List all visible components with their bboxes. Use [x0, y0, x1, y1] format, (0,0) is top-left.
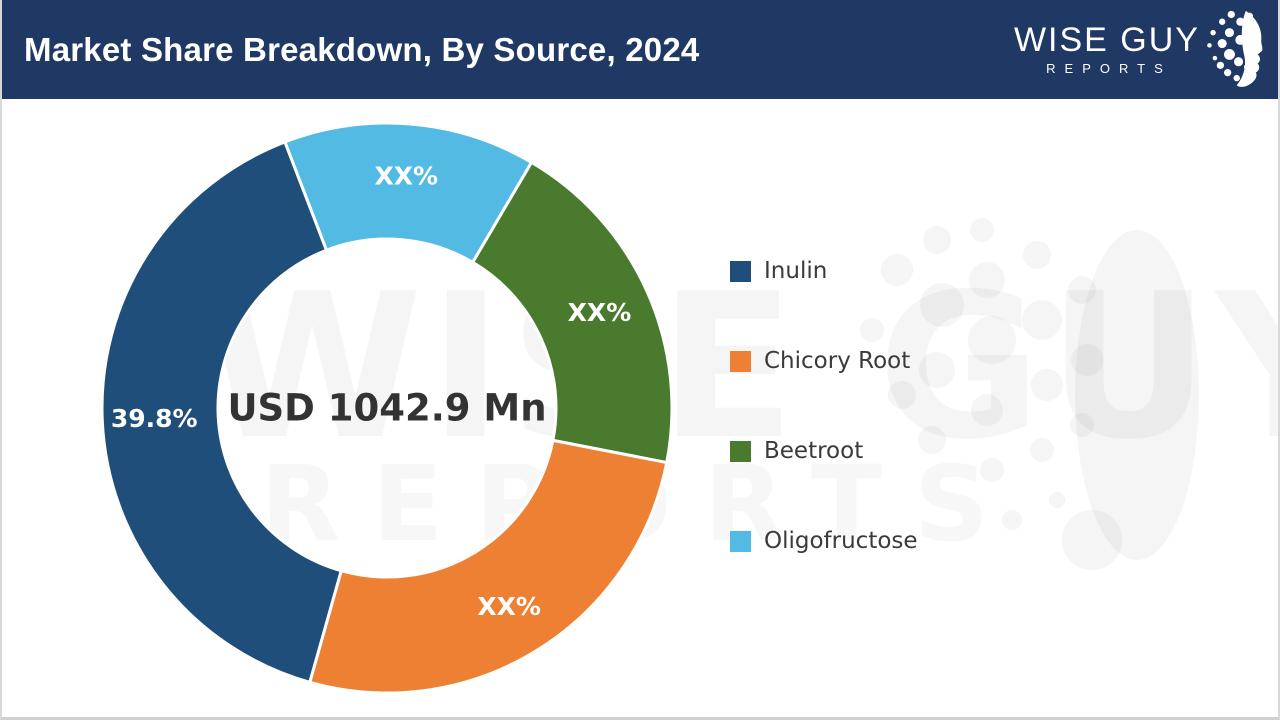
legend-item-inulin: Inulin	[730, 258, 918, 284]
legend-label: Inulin	[764, 258, 828, 284]
donut-segment-chicory-root	[308, 438, 669, 695]
legend-swatch	[730, 260, 751, 282]
segment-label: XX%	[477, 592, 541, 621]
legend-swatch	[730, 530, 751, 552]
legend-swatch	[730, 350, 751, 372]
legend-label: Oligofructose	[764, 528, 918, 554]
report-card: Market Share Breakdown, By Source, 2024 …	[0, 0, 1280, 720]
donut-chart: XX% XX% XX% 39.8%	[100, 121, 674, 695]
legend-label: Chicory Root	[764, 348, 911, 374]
segment-label: 39.8%	[111, 404, 198, 433]
chart-legend: Inulin Chicory Root Beetroot Oligofructose	[730, 260, 918, 620]
legend-label: Beetroot	[764, 438, 864, 464]
segment-label: XX%	[568, 298, 632, 327]
chart-center-value: USD 1042.9 Mn	[227, 386, 547, 430]
segment-label: XX%	[374, 161, 438, 190]
legend-item-oligofructose: Oligofructose	[730, 528, 918, 554]
legend-swatch	[730, 440, 751, 462]
legend-item-beetroot: Beetroot	[730, 438, 918, 464]
legend-item-chicory-root: Chicory Root	[730, 348, 918, 374]
